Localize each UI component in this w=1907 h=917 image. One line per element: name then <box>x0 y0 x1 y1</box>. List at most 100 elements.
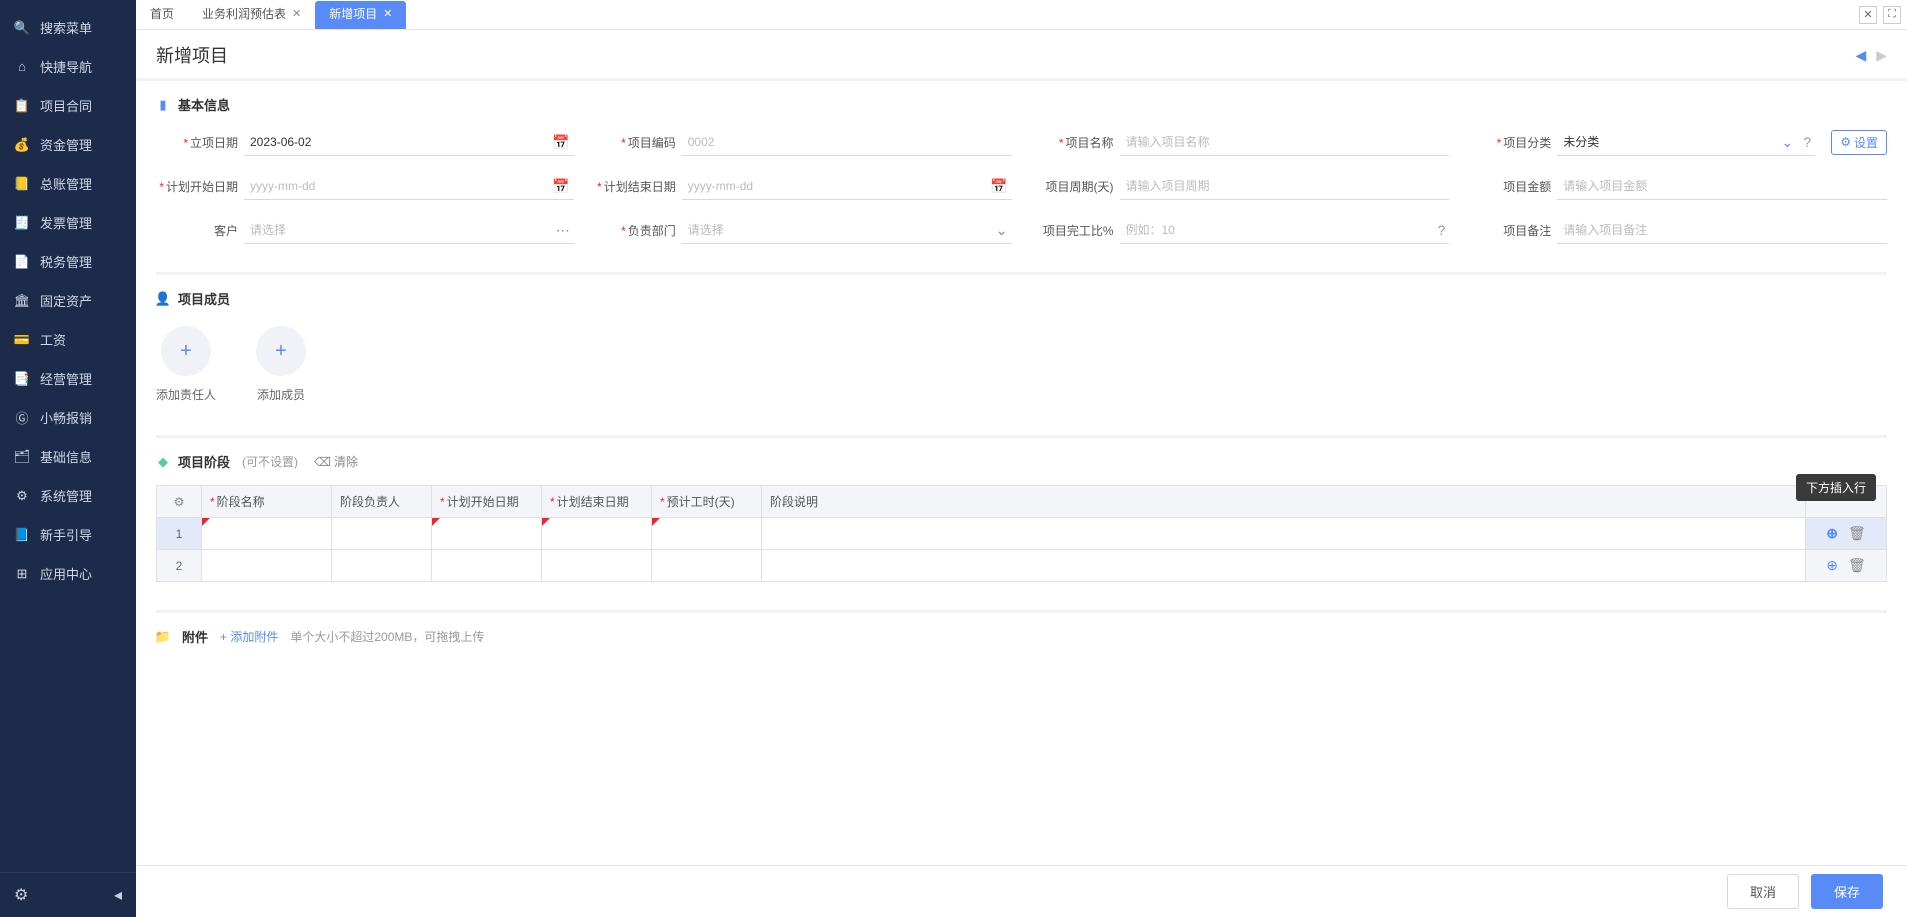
help-icon[interactable]: ? <box>1437 222 1445 238</box>
insert-row-icon[interactable]: ⊕ <box>1826 557 1838 574</box>
sidebar-item-quicknav[interactable]: ⌂快捷导航 <box>0 47 136 86</box>
calendar-icon[interactable]: 📅 <box>990 178 1007 195</box>
broom-icon: ⌫ <box>314 455 331 469</box>
sidebar-label: 小畅报销 <box>40 408 92 427</box>
nav-prev-icon[interactable]: ◀ <box>1855 47 1866 64</box>
expand-icon[interactable]: ⛶ <box>1883 6 1901 24</box>
chevron-down-icon[interactable]: ⌄ <box>996 222 1008 239</box>
close-all-icon[interactable]: ✕ <box>1859 6 1877 24</box>
chevron-down-icon[interactable]: ⌄ <box>1781 134 1793 151</box>
sidebar-item-tax[interactable]: 📄税务管理 <box>0 242 136 281</box>
info-section-icon: ▮ <box>156 98 170 112</box>
complete-pct-input[interactable] <box>1120 216 1450 244</box>
search-icon: 🔍 <box>14 20 30 36</box>
label-customer: 客户 <box>156 222 238 239</box>
customer-select[interactable] <box>244 216 574 244</box>
sidebar-label: 固定资产 <box>40 291 92 310</box>
clear-phases-button[interactable]: ⌫清除 <box>314 453 358 470</box>
label-plan-end: *计划结束日期 <box>594 178 676 195</box>
code-input[interactable] <box>682 128 1012 156</box>
phase-hours-cell[interactable] <box>652 518 762 549</box>
sidebar-label: 项目合同 <box>40 96 92 115</box>
row-index: 2 <box>157 550 202 581</box>
establish-date-input[interactable] <box>244 128 574 156</box>
sidebar-item-reimburse[interactable]: Ⓖ 小畅报销 <box>0 398 136 437</box>
close-icon[interactable]: ✕ <box>292 7 301 20</box>
period-input[interactable] <box>1120 172 1450 200</box>
calendar-icon[interactable]: 📅 <box>552 178 569 195</box>
sidebar-label: 资金管理 <box>40 135 92 154</box>
collapse-icon[interactable]: ◂ <box>114 885 122 905</box>
sidebar-item-basicinfo[interactable]: 🗂基础信息 <box>0 437 136 476</box>
nav-next-icon[interactable]: ▶ <box>1876 47 1887 64</box>
close-icon[interactable]: ✕ <box>383 7 392 20</box>
sidebar-item-assets[interactable]: 🏛 固定资产 <box>0 281 136 320</box>
phase-section-icon: ◆ <box>156 455 170 469</box>
phase-config-button[interactable]: ⚙ <box>157 486 202 517</box>
sidebar-item-invoice[interactable]: 🧾发票管理 <box>0 203 136 242</box>
phase-name-cell[interactable] <box>202 518 332 549</box>
sidebar-item-apps[interactable]: ⊞应用中心 <box>0 554 136 593</box>
phase-start-cell[interactable] <box>432 550 542 581</box>
phase-end-cell[interactable] <box>542 518 652 549</box>
footer: 取消 保存 <box>136 865 1907 917</box>
label-amount: 项目金额 <box>1469 178 1551 195</box>
sidebar-item-guide[interactable]: 📘新手引导 <box>0 515 136 554</box>
sidebar-item-project-contract[interactable]: 📋 项目合同 <box>0 86 136 125</box>
plan-start-input[interactable] <box>244 172 574 200</box>
row-index: 1 <box>157 518 202 549</box>
add-member-button[interactable]: + <box>256 326 306 376</box>
phase-desc-cell[interactable] <box>762 518 1806 549</box>
phase-name-cell[interactable] <box>202 550 332 581</box>
section-title: 项目成员 <box>178 289 230 308</box>
tab-home[interactable]: 首页 <box>136 1 188 29</box>
building-icon: 🏛 <box>14 293 30 309</box>
remark-input[interactable] <box>1557 216 1887 244</box>
add-member-label: 添加成员 <box>257 386 305 403</box>
archive-icon: 🗂 <box>14 449 30 465</box>
sidebar-item-ledger[interactable]: 📒总账管理 <box>0 164 136 203</box>
more-icon[interactable]: ⋯ <box>556 222 570 239</box>
money-icon: 💰 <box>14 137 30 153</box>
col-phase-name: *阶段名称 <box>202 486 332 517</box>
calendar-icon[interactable]: 📅 <box>552 134 569 151</box>
dept-select[interactable] <box>682 216 1012 244</box>
insert-row-icon[interactable]: ⊕ <box>1826 525 1838 542</box>
cancel-button[interactable]: 取消 <box>1727 874 1799 909</box>
phase-owner-cell[interactable] <box>332 518 432 549</box>
phase-hours-cell[interactable] <box>652 550 762 581</box>
col-phase-hours: *预计工时(天) <box>652 486 762 517</box>
help-icon[interactable]: ? <box>1803 134 1811 150</box>
sidebar-item-business[interactable]: 📑经营管理 <box>0 359 136 398</box>
section-title: 项目阶段 <box>178 452 230 471</box>
phase-start-cell[interactable] <box>432 518 542 549</box>
tab-new-project[interactable]: 新增项目✕ <box>315 1 406 29</box>
add-owner-button[interactable]: + <box>161 326 211 376</box>
sidebar-item-search[interactable]: 🔍搜索菜单 <box>0 8 136 47</box>
delete-row-icon[interactable]: 🗑 <box>1848 557 1866 574</box>
sidebar-label: 工资 <box>40 330 66 349</box>
plan-end-input[interactable] <box>682 172 1012 200</box>
sidebar-item-salary[interactable]: 💳工资 <box>0 320 136 359</box>
settings-button[interactable]: ⚙设置 <box>1831 130 1887 155</box>
phase-end-cell[interactable] <box>542 550 652 581</box>
circle-g-icon: Ⓖ <box>14 410 30 426</box>
sidebar-item-system[interactable]: ⚙ 系统管理 <box>0 476 136 515</box>
tab-profit-report[interactable]: 业务利润预估表✕ <box>188 1 315 29</box>
phase-desc-cell[interactable] <box>762 550 1806 581</box>
save-button[interactable]: 保存 <box>1811 874 1883 909</box>
members-section-icon: 👤 <box>156 292 170 306</box>
name-input[interactable] <box>1120 128 1450 156</box>
gear-icon: ⚙ <box>14 488 30 504</box>
clipboard-icon: 📋 <box>14 98 30 114</box>
delete-row-icon[interactable]: 🗑 <box>1848 525 1866 542</box>
add-attachment-button[interactable]: + 添加附件 <box>220 628 278 645</box>
phase-owner-cell[interactable] <box>332 550 432 581</box>
amount-input[interactable] <box>1557 172 1887 200</box>
sidebar-item-fund[interactable]: 💰 资金管理 <box>0 125 136 164</box>
document-icon: 📄 <box>14 254 30 270</box>
settings-icon[interactable]: ⚙ <box>14 885 28 905</box>
folder-icon: 📑 <box>14 371 30 387</box>
category-select[interactable] <box>1557 128 1815 156</box>
sidebar-label: 系统管理 <box>40 486 92 505</box>
